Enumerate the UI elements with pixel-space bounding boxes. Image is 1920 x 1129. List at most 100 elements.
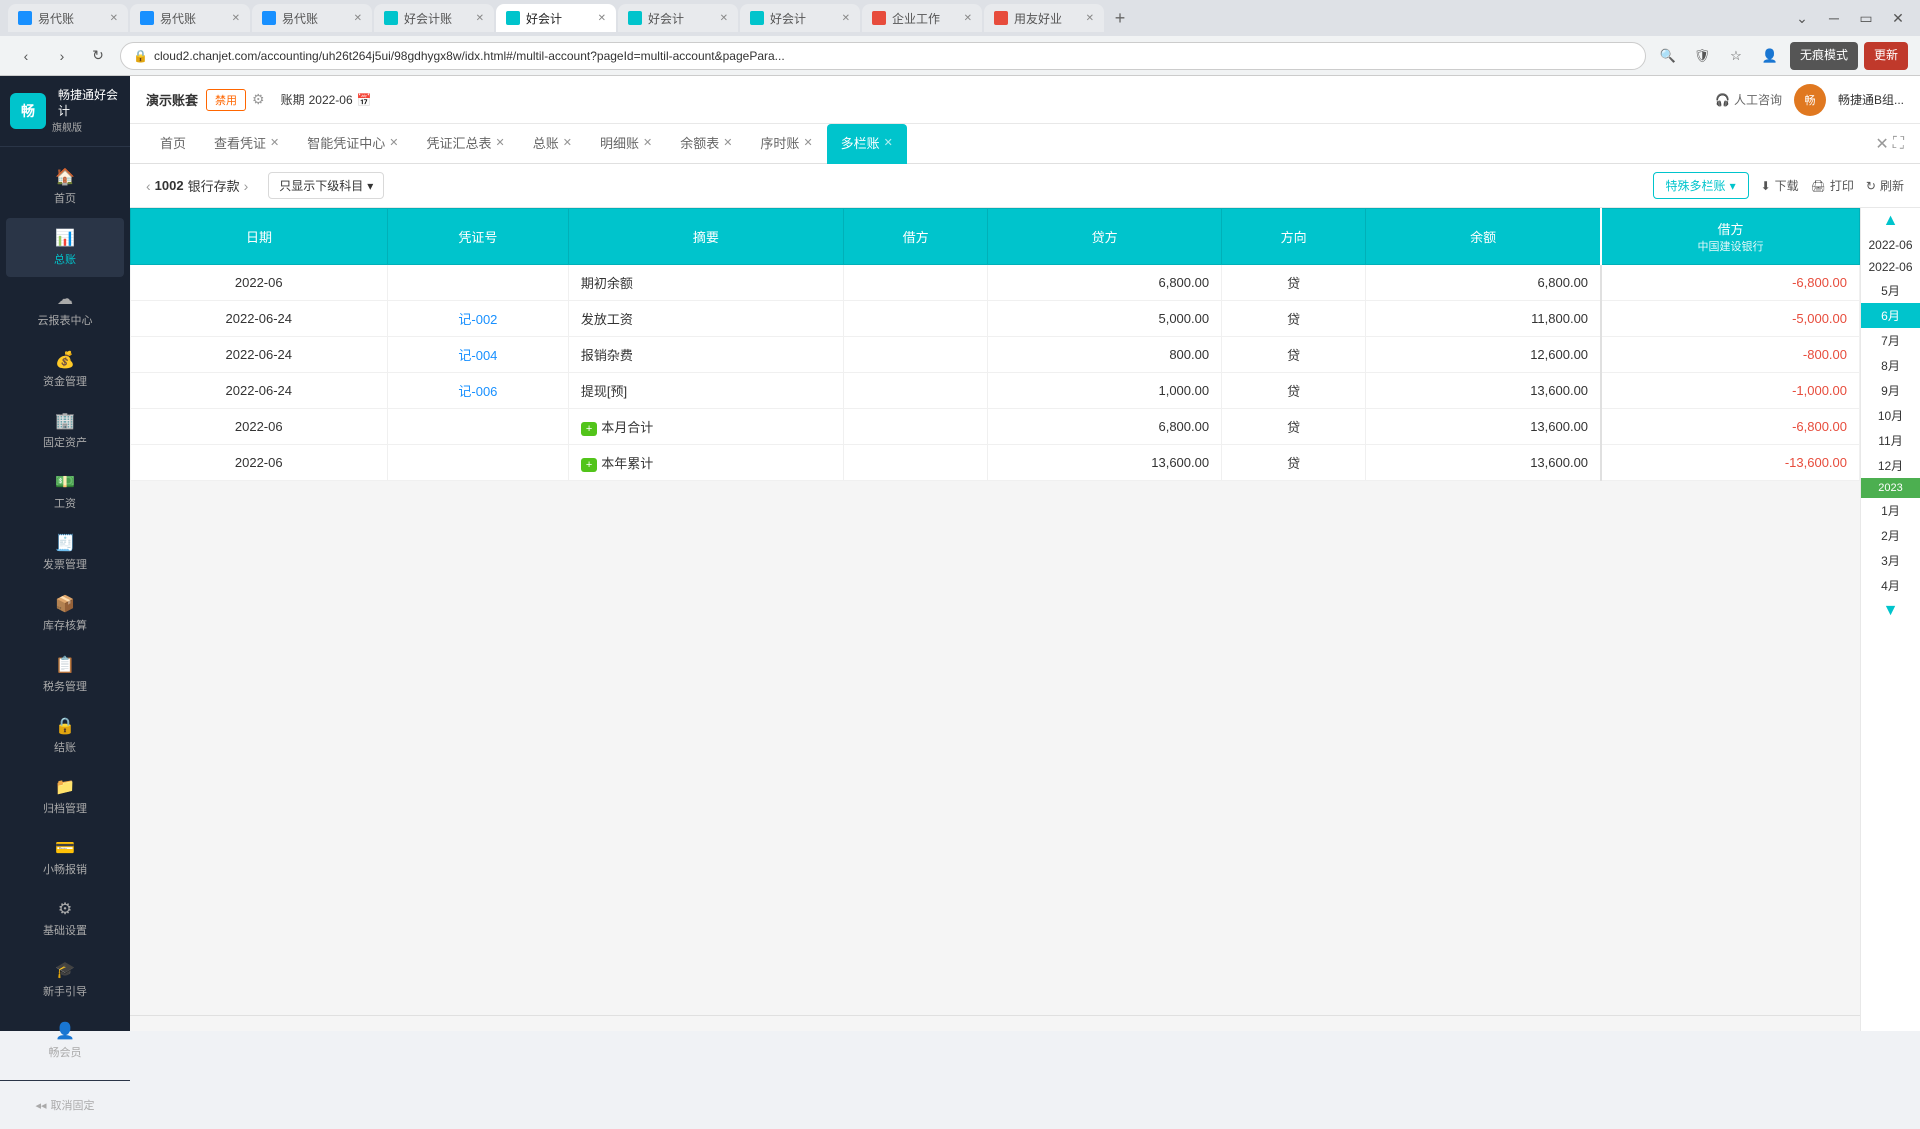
- sidebar-item-expense[interactable]: 💳 小畅报销: [6, 828, 124, 887]
- browser-tab-6[interactable]: 好会计 ✕: [618, 4, 738, 32]
- maximize-button[interactable]: ▭: [1852, 4, 1880, 32]
- month-4[interactable]: 4月: [1861, 573, 1920, 598]
- tab-close-6[interactable]: ✕: [720, 13, 728, 24]
- month-11[interactable]: 11月: [1861, 428, 1920, 453]
- sidebar-item-salary[interactable]: 💵 工资: [6, 462, 124, 521]
- browser-tab-7[interactable]: 好会计 ✕: [740, 4, 860, 32]
- month-2022-06-top[interactable]: 2022-06: [1861, 234, 1920, 256]
- refresh-button[interactable]: ↻ 刷新: [1866, 177, 1904, 194]
- sidebar-item-assets[interactable]: 🏢 固定资产: [6, 401, 124, 460]
- browser-tab-9[interactable]: 用友好业 ✕: [984, 4, 1104, 32]
- next-account-button[interactable]: ›: [244, 178, 249, 194]
- browser-tab-4[interactable]: 好会计账 ✕: [374, 4, 494, 32]
- browser-tab-1[interactable]: 易代账 ✕: [8, 4, 128, 32]
- tab-voucher-view[interactable]: 查看凭证 ✕: [200, 124, 293, 164]
- cell-voucher-3[interactable]: 记-006: [388, 373, 569, 409]
- month-7[interactable]: 7月: [1861, 328, 1920, 353]
- topbar-settings-icon[interactable]: ⚙: [252, 91, 265, 108]
- consult-button[interactable]: 🎧 人工咨询: [1715, 91, 1782, 108]
- month-5[interactable]: 5月: [1861, 278, 1920, 303]
- month-10[interactable]: 10月: [1861, 403, 1920, 428]
- expand-panel-button[interactable]: ⛶: [1893, 135, 1904, 153]
- tab-multi-column[interactable]: 多栏账 ✕: [827, 124, 907, 164]
- month-3[interactable]: 3月: [1861, 548, 1920, 573]
- browser-tab-2[interactable]: 易代账 ✕: [130, 4, 250, 32]
- tab-close-voucher-summary[interactable]: ✕: [496, 136, 505, 149]
- user-avatar[interactable]: 畅: [1794, 84, 1826, 116]
- minimize-button[interactable]: ─: [1820, 4, 1848, 32]
- month-1[interactable]: 1月: [1861, 498, 1920, 523]
- sidebar-item-reports[interactable]: ☁ 云报表中心: [6, 279, 124, 338]
- table-container[interactable]: 日期 凭证号 摘要 借方 贷方 方向 余额 借方 中国建设银行: [130, 208, 1860, 1015]
- tab-general-ledger[interactable]: 总账 ✕: [519, 124, 586, 164]
- back-button[interactable]: ‹: [12, 42, 40, 70]
- scroll-down-button[interactable]: ▼: [1879, 598, 1903, 624]
- month-2[interactable]: 2月: [1861, 523, 1920, 548]
- tab-close-smart-voucher[interactable]: ✕: [389, 136, 398, 149]
- browser-tab-8[interactable]: 企业工作 ✕: [862, 4, 982, 32]
- browser-tab-3[interactable]: 易代账 ✕: [252, 4, 372, 32]
- unpin-button[interactable]: ◂◂ 取消固定: [0, 1089, 130, 1121]
- tab-close-detail-ledger[interactable]: ✕: [643, 136, 652, 149]
- tab-close-balance-sheet[interactable]: ✕: [723, 136, 732, 149]
- search-icon[interactable]: 🔍: [1654, 42, 1682, 70]
- demo-badge-button[interactable]: 禁用: [206, 89, 246, 111]
- month-9[interactable]: 9月: [1861, 378, 1920, 403]
- address-bar[interactable]: 🔒 cloud2.chanjet.com/accounting/uh26t264…: [120, 42, 1646, 70]
- sidebar-item-archive[interactable]: 📁 归档管理: [6, 767, 124, 826]
- forward-button[interactable]: ›: [48, 42, 76, 70]
- horizontal-scrollbar[interactable]: [130, 1015, 1860, 1031]
- update-button[interactable]: 更新: [1864, 42, 1908, 70]
- star-icon[interactable]: ☆: [1722, 42, 1750, 70]
- sidebar-item-invoice[interactable]: 🧾 发票管理: [6, 523, 124, 582]
- sidebar-item-settings[interactable]: ⚙ 基础设置: [6, 889, 124, 948]
- tab-smart-voucher[interactable]: 智能凭证中心 ✕: [293, 124, 412, 164]
- scroll-up-button[interactable]: ▲: [1879, 208, 1903, 234]
- tab-close-general-ledger[interactable]: ✕: [563, 136, 572, 149]
- tab-close-sequence-ledger[interactable]: ✕: [803, 136, 812, 149]
- month-6[interactable]: 6月: [1861, 303, 1920, 328]
- print-button[interactable]: 🖨 打印: [1811, 177, 1854, 194]
- cell-voucher-1[interactable]: 记-002: [388, 301, 569, 337]
- tab-close-multi-column[interactable]: ✕: [884, 136, 893, 149]
- tab-close-5[interactable]: ✕: [598, 13, 606, 24]
- tab-home[interactable]: 首页: [146, 124, 200, 164]
- profile-icon[interactable]: 👤: [1756, 42, 1784, 70]
- month-2022-06-bottom[interactable]: 2022-06: [1861, 256, 1920, 278]
- tab-close-8[interactable]: ✕: [964, 13, 972, 24]
- shield-icon[interactable]: 🛡: [1688, 42, 1716, 70]
- tab-close-3[interactable]: ✕: [354, 13, 362, 24]
- reload-button[interactable]: ↻: [84, 42, 112, 70]
- tab-voucher-summary[interactable]: 凭证汇总表 ✕: [412, 124, 518, 164]
- collapse-panel-button[interactable]: ✕: [1875, 134, 1888, 154]
- sidebar-item-member[interactable]: 👤 畅会员: [6, 1011, 124, 1070]
- tab-close-voucher-view[interactable]: ✕: [270, 136, 279, 149]
- sidebar-item-ledger[interactable]: 📊 总账: [6, 218, 124, 277]
- calendar-icon[interactable]: 📅: [357, 93, 372, 107]
- cell-voucher-2[interactable]: 记-004: [388, 337, 569, 373]
- sidebar-item-funds[interactable]: 💰 资金管理: [6, 340, 124, 399]
- new-tab-button[interactable]: +: [1106, 4, 1134, 32]
- month-12[interactable]: 12月: [1861, 453, 1920, 478]
- tab-balance-sheet[interactable]: 余额表 ✕: [666, 124, 746, 164]
- tab-close-4[interactable]: ✕: [476, 13, 484, 24]
- sidebar-item-closing[interactable]: 🔒 结账: [6, 706, 124, 765]
- tab-detail-ledger[interactable]: 明细账 ✕: [586, 124, 666, 164]
- tab-close-7[interactable]: ✕: [842, 13, 850, 24]
- sidebar-item-guide[interactable]: 🎓 新手引导: [6, 950, 124, 1009]
- multi-col-button[interactable]: 特殊多栏账 ▾: [1653, 172, 1749, 199]
- incognito-button[interactable]: 无痕模式: [1790, 42, 1858, 70]
- tab-list-button[interactable]: ⌄: [1788, 4, 1816, 32]
- sidebar-item-home[interactable]: 🏠 首页: [6, 157, 124, 216]
- sidebar-item-tax[interactable]: 📋 税务管理: [6, 645, 124, 704]
- tab-close-9[interactable]: ✕: [1086, 13, 1094, 24]
- filter-dropdown[interactable]: 只显示下级科目 ▾: [268, 172, 384, 199]
- download-button[interactable]: ⬇ 下载: [1761, 177, 1799, 194]
- month-8[interactable]: 8月: [1861, 353, 1920, 378]
- close-window-button[interactable]: ✕: [1884, 4, 1912, 32]
- tab-close-1[interactable]: ✕: [110, 13, 118, 24]
- browser-tab-5[interactable]: 好会计 ✕: [496, 4, 616, 32]
- prev-account-button[interactable]: ‹: [146, 178, 151, 194]
- sidebar-item-inventory[interactable]: 📦 库存核算: [6, 584, 124, 643]
- tab-close-2[interactable]: ✕: [232, 13, 240, 24]
